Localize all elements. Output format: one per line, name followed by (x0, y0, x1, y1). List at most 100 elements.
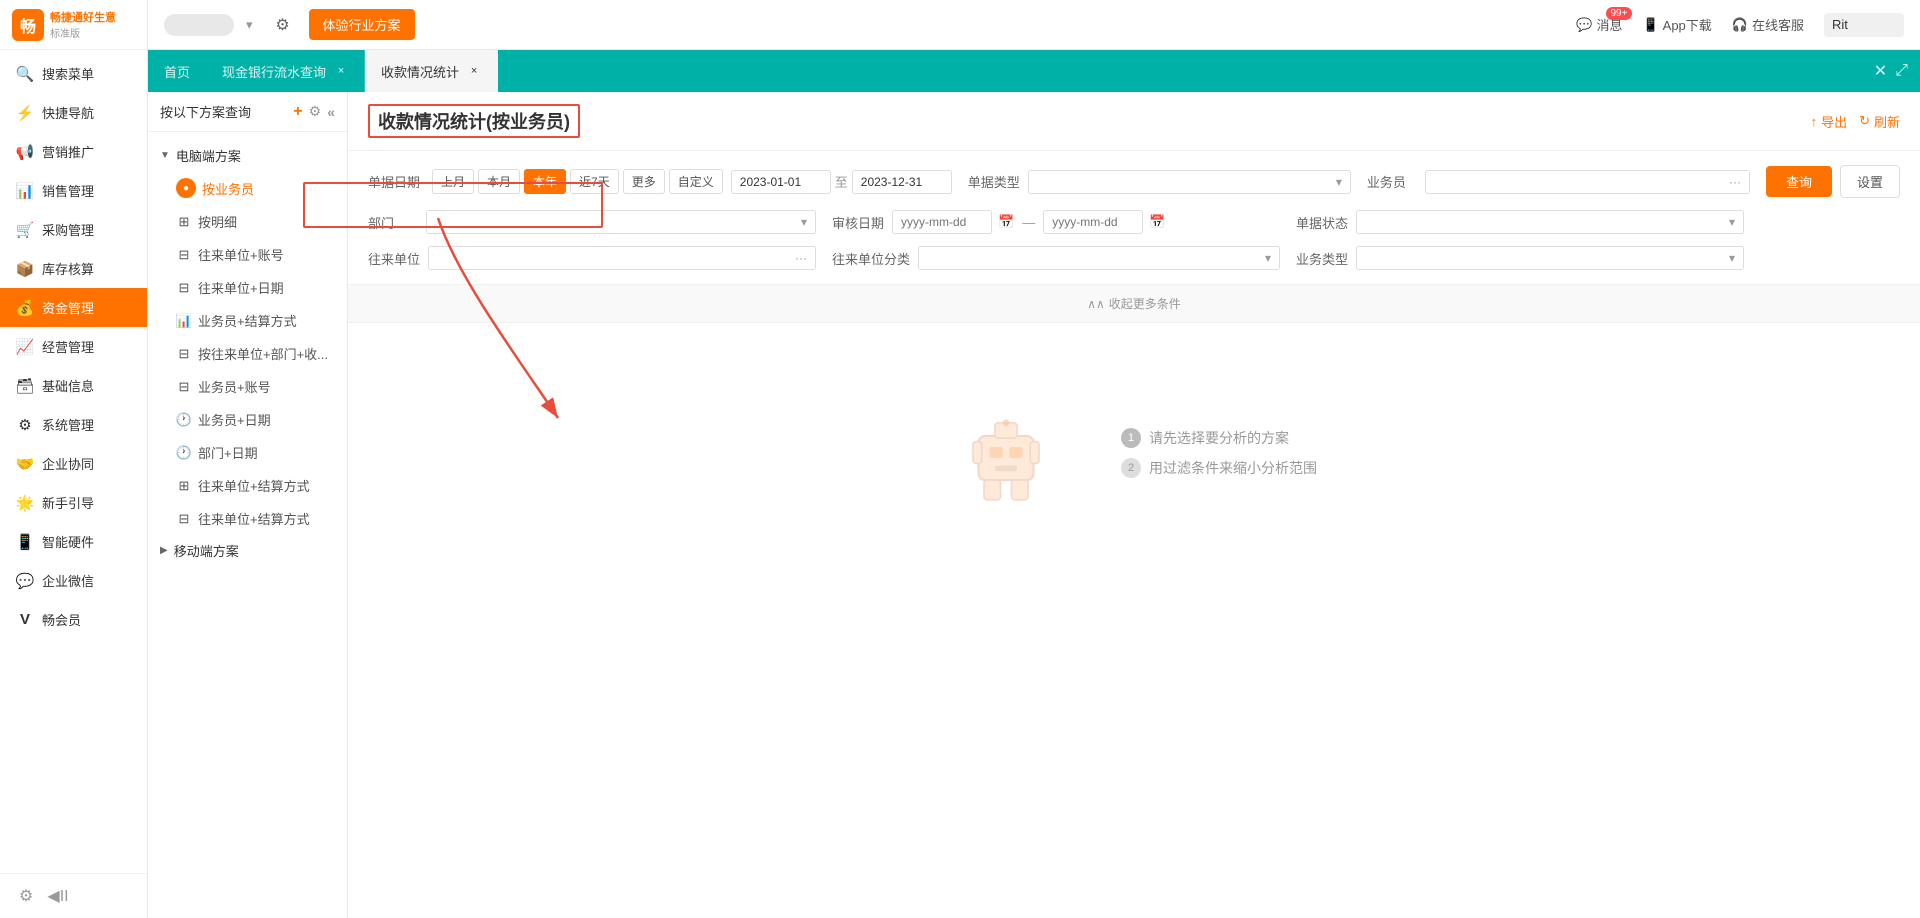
refresh-icon: ↻ (1859, 113, 1870, 129)
finance-icon: 💰 (16, 299, 34, 317)
sidebar-item-enterprise[interactable]: 🤝 企业协同 (0, 444, 147, 483)
system-icon: ⚙ (16, 416, 34, 434)
scheme-item-unit-account[interactable]: ⊟ 往来单位+账号 (148, 238, 347, 271)
cal-from-icon[interactable]: 📅 (998, 214, 1014, 230)
notification-item[interactable]: 💬 消息 99+ (1576, 15, 1622, 34)
settings-icon[interactable]: ⚙ (269, 11, 297, 39)
date-btn-more[interactable]: 更多 (623, 169, 665, 194)
date-btn-7days[interactable]: 近7天 (570, 169, 619, 194)
service-icon: 🎧 (1732, 17, 1748, 33)
right-content: 收款情况统计(按业务员) ↑ 导出 ↻ 刷新 (348, 92, 1920, 918)
doc-type-select[interactable]: ▾ (1028, 170, 1351, 194)
empty-state: 1 请先选择要分析的方案 2 用过滤条件来缩小分析范围 (348, 323, 1920, 918)
refresh-button[interactable]: ↻ 刷新 (1859, 112, 1900, 131)
date-from-input[interactable] (731, 170, 831, 194)
collapse-panel-btn[interactable]: « (327, 104, 335, 120)
sidebar-item-system[interactable]: ⚙ 系统管理 (0, 405, 147, 444)
trial-button[interactable]: 体验行业方案 (309, 9, 415, 40)
collapse-more-btn[interactable]: ∧∧ 收起更多条件 (1087, 295, 1181, 312)
topbar-right: 💬 消息 99+ 📱 App下载 🎧 在线客服 Rit (1576, 13, 1904, 37)
sidebar-item-smart-hw[interactable]: 📱 智能硬件 (0, 522, 147, 561)
scheme-group-desktop-header[interactable]: ▼ 电脑端方案 (148, 140, 347, 171)
scheme-item-unit-method1[interactable]: ⊞ 往来单位+结算方式 (148, 469, 347, 502)
salesperson-more[interactable]: ··· (1729, 175, 1741, 189)
settings-bottom-icon[interactable]: ⚙ (16, 886, 36, 906)
doc-status-select[interactable]: ▾ (1356, 210, 1744, 234)
tab-collection-stat[interactable]: 收款情况统计 × (365, 50, 498, 92)
online-service-item[interactable]: 🎧 在线客服 (1732, 15, 1804, 34)
page-header: 收款情况统计(按业务员) ↑ 导出 ↻ 刷新 (348, 92, 1920, 151)
partner-category-select[interactable]: ▾ (918, 246, 1280, 270)
step-2-num: 2 (1121, 458, 1141, 478)
tab-close-collection-stat[interactable]: × (467, 64, 481, 78)
query-button[interactable]: 查询 (1766, 166, 1832, 197)
sidebar-item-marketing[interactable]: 📢 营销推广 (0, 132, 147, 171)
main-content: ▾ ⚙ 体验行业方案 💬 消息 99+ 📱 App下载 🎧 在线客服 Rit (148, 0, 1920, 918)
doc-status-arrow: ▾ (1729, 215, 1735, 229)
scheme-item-salesperson-method[interactable]: 📊 业务员+结算方式 (148, 304, 347, 337)
scheme-item-by-salesperson[interactable]: ● 按业务员 (148, 171, 347, 205)
date-btn-last-month[interactable]: 上月 (432, 169, 474, 194)
topbar-user (164, 14, 234, 36)
tabbar: 首页 现金银行流水查询 × 收款情况统计 × ✕ ⤢ (148, 50, 1920, 92)
scheme-group-mobile-header[interactable]: ▶ 移动端方案 (148, 535, 347, 566)
app-download-item[interactable]: 📱 App下载 (1642, 15, 1711, 34)
scheme-item-by-detail[interactable]: ⊞ 按明细 (148, 205, 347, 238)
partner-category-label: 往来单位分类 (832, 249, 910, 268)
sidebar-item-sales[interactable]: 📊 销售管理 (0, 171, 147, 210)
sidebar-item-finance[interactable]: 💰 资金管理 (0, 288, 147, 327)
sidebar-item-vip[interactable]: V 畅会员 (0, 600, 147, 639)
dept-date-icon: 🕐 (176, 445, 192, 461)
partner-select[interactable]: ··· (428, 246, 816, 270)
tab-cash-flow[interactable]: 现金银行流水查询 × (206, 50, 365, 92)
add-scheme-btn[interactable]: + (293, 103, 302, 121)
audit-date-to-input[interactable] (1043, 210, 1143, 234)
sidebar-item-guide[interactable]: 🌟 新手引导 (0, 483, 147, 522)
dept-select[interactable]: ▾ (426, 210, 816, 234)
scheme-item-salesperson-account[interactable]: ⊟ 业务员+账号 (148, 370, 347, 403)
doc-status-field: 单据状态 ▾ (1296, 210, 1744, 234)
notification-icon: 💬 (1576, 17, 1592, 33)
close-all-tabs-icon[interactable]: ✕ (1874, 61, 1887, 81)
mobile-group-arrow: ▶ (160, 545, 168, 556)
scheme-item-salesperson-date[interactable]: 🕐 业务员+日期 (148, 403, 347, 436)
date-btn-this-month[interactable]: 本月 (478, 169, 520, 194)
cal-to-icon[interactable]: 📅 (1149, 214, 1165, 230)
dropdown-icon[interactable]: ▾ (246, 17, 253, 33)
date-btn-this-year[interactable]: 本年 (524, 169, 566, 194)
sidebar-item-search-menu[interactable]: 🔍 搜索菜单 (0, 54, 147, 93)
collapse-sidebar-icon[interactable]: ◀II (48, 886, 68, 906)
export-button[interactable]: ↑ 导出 (1811, 112, 1848, 131)
salesperson-select[interactable]: ··· (1425, 170, 1750, 194)
date-to-input[interactable] (852, 170, 952, 194)
settings-button[interactable]: 设置 (1840, 165, 1900, 198)
active-dot-icon: ● (176, 178, 196, 198)
sidebar-item-operation[interactable]: 📈 经营管理 (0, 327, 147, 366)
tab-close-cash-flow[interactable]: × (334, 64, 348, 78)
doc-status-label: 单据状态 (1296, 213, 1348, 232)
sidebar-item-quick-nav[interactable]: ⚡ 快捷导航 (0, 93, 147, 132)
salesperson-date-icon: 🕐 (176, 412, 192, 428)
biz-type-select[interactable]: ▾ (1356, 246, 1744, 270)
date-btn-custom[interactable]: 自定义 (669, 169, 723, 194)
date-separator: 至 (835, 172, 848, 191)
sidebar-item-inventory[interactable]: 📦 库存核算 (0, 249, 147, 288)
search-row-3: 往来单位 ··· 往来单位分类 ▾ 业务 (368, 246, 1900, 270)
sidebar-item-purchase[interactable]: 🛒 采购管理 (0, 210, 147, 249)
unit-method1-icon: ⊞ (176, 478, 192, 494)
scheme-item-unit-method2[interactable]: ⊟ 往来单位+结算方式 (148, 502, 347, 535)
audit-date-from-input[interactable] (892, 210, 992, 234)
sidebar-item-basic-info[interactable]: 🗃 基础信息 (0, 366, 147, 405)
maximize-icon[interactable]: ⤢ (1895, 62, 1908, 80)
app-download-icon: 📱 (1642, 17, 1658, 33)
search-buttons: 查询 设置 (1766, 165, 1900, 198)
wechat-icon: 💬 (16, 572, 34, 590)
tab-home[interactable]: 首页 (148, 62, 206, 81)
sidebar-item-wechat[interactable]: 💬 企业微信 (0, 561, 147, 600)
scheme-item-unit-dept[interactable]: ⊟ 按往来单位+部门+收... (148, 337, 347, 370)
scheme-item-dept-date[interactable]: 🕐 部门+日期 (148, 436, 347, 469)
partner-more[interactable]: ··· (795, 251, 807, 265)
salesperson-label: 业务员 (1367, 172, 1417, 191)
scheme-item-unit-date[interactable]: ⊟ 往来单位+日期 (148, 271, 347, 304)
scheme-settings-btn[interactable]: ⚙ (309, 103, 322, 120)
